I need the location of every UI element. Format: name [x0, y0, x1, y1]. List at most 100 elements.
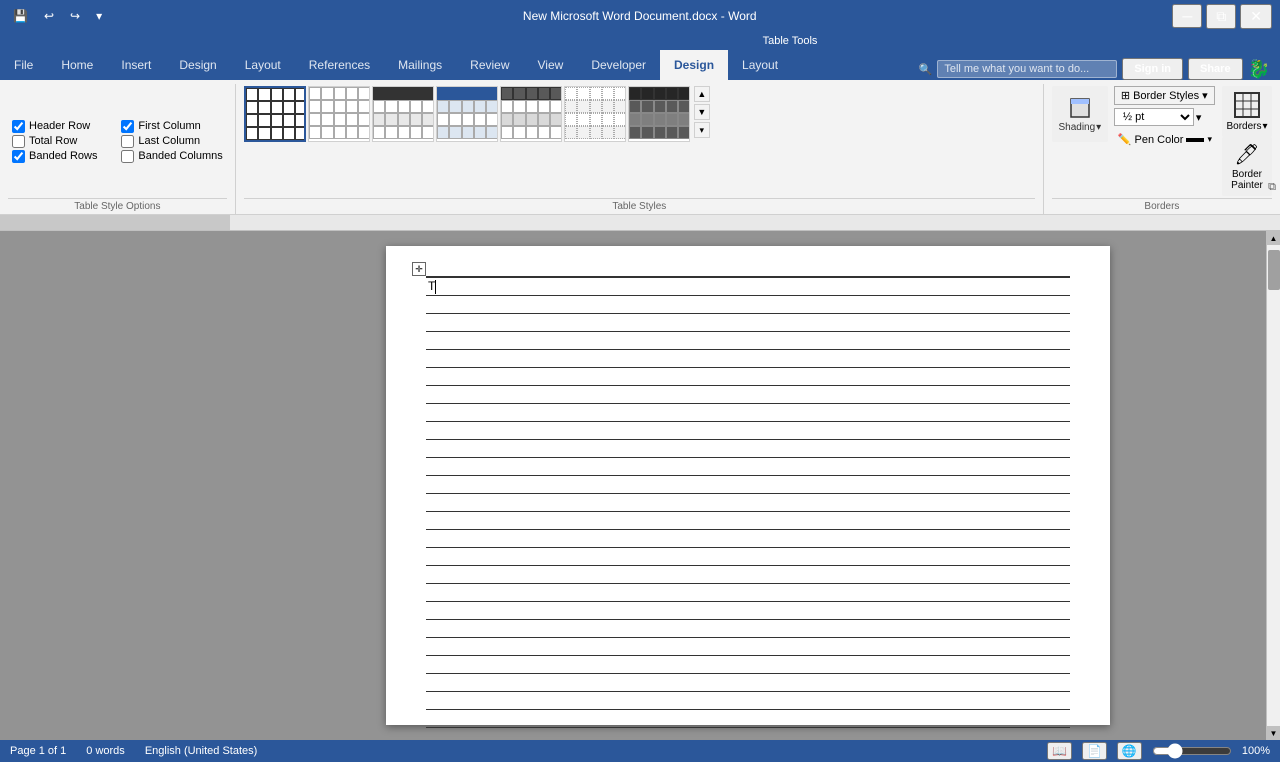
page-container[interactable]: ✛ T — [230, 231, 1266, 740]
banded-rows-checkbox[interactable]: Banded Rows — [12, 150, 113, 163]
total-row-checkbox[interactable]: Total Row — [12, 135, 113, 148]
restore-button[interactable]: ⧉ — [1206, 4, 1236, 29]
gallery-container: ▲ ▼ ▾ — [244, 86, 710, 196]
read-mode-button[interactable]: 📖 — [1047, 742, 1072, 760]
table-style-3[interactable] — [372, 86, 434, 142]
border-styles-button[interactable]: ⊞ Border Styles ▾ — [1114, 86, 1215, 105]
close-button[interactable]: ✕ — [1240, 4, 1272, 29]
sign-in-button[interactable]: Sign in — [1122, 58, 1183, 80]
table-row — [426, 421, 1070, 439]
table-style-4[interactable] — [436, 86, 498, 142]
total-row-input[interactable] — [12, 135, 25, 148]
table-row — [426, 691, 1070, 709]
first-column-input[interactable] — [121, 120, 134, 133]
title-bar-controls: ─ ⧉ ✕ — [1172, 4, 1272, 29]
tab-home[interactable]: Home — [47, 50, 107, 80]
tab-design-table[interactable]: Design — [660, 50, 728, 80]
scroll-up-button[interactable]: ▲ — [1267, 231, 1280, 245]
tab-design[interactable]: Design — [165, 50, 230, 80]
banded-columns-input[interactable] — [121, 150, 134, 163]
word-count: 0 words — [86, 745, 125, 757]
web-layout-button[interactable]: 🌐 — [1117, 742, 1142, 760]
borders-button[interactable]: Borders▾ — [1222, 86, 1272, 137]
table-styles-group: ▲ ▼ ▾ Table Styles — [236, 84, 1044, 214]
pen-weight-row: ½ pt ¼ pt ¾ pt 1 pt 1½ pt 2¼ pt 3 pt 4½ … — [1114, 108, 1216, 126]
tab-references[interactable]: References — [295, 50, 384, 80]
total-row-label: Total Row — [29, 135, 77, 147]
tab-layout-table[interactable]: Layout — [728, 50, 792, 80]
table-row — [426, 565, 1070, 583]
pen-weight-arrow[interactable]: ▾ — [1196, 111, 1202, 124]
user-avatar: 🐉 — [1248, 59, 1270, 80]
header-row-checkbox[interactable]: Header Row — [12, 120, 113, 133]
tab-mailings[interactable]: Mailings — [384, 50, 456, 80]
table-row — [426, 529, 1070, 547]
table-move-handle[interactable]: ✛ — [412, 262, 426, 276]
gallery-down-button[interactable]: ▼ — [694, 104, 710, 120]
table-row — [426, 709, 1070, 727]
first-column-label: First Column — [138, 120, 200, 132]
last-column-checkbox[interactable]: Last Column — [121, 135, 222, 148]
borders-expand-button[interactable]: ⧉ — [1268, 181, 1276, 194]
scroll-down-button[interactable]: ▼ — [1267, 726, 1280, 740]
shading-section: Shading▾ — [1052, 86, 1108, 142]
table-style-options-group: Header Row First Column Total Row Last C… — [0, 84, 236, 214]
banded-rows-input[interactable] — [12, 150, 25, 163]
pen-weight-select[interactable]: ½ pt ¼ pt ¾ pt 1 pt 1½ pt 2¼ pt 3 pt 4½ … — [1114, 108, 1194, 126]
print-layout-button[interactable]: 📄 — [1082, 742, 1107, 760]
gallery-up-button[interactable]: ▲ — [694, 86, 710, 102]
table-row — [426, 673, 1070, 691]
title-bar-left: 💾 ↩ ↪ ▾ — [8, 7, 107, 25]
table-style-6[interactable] — [564, 86, 626, 142]
tab-row: File Home Insert Design Layout Reference… — [0, 50, 1280, 80]
header-row-input[interactable] — [12, 120, 25, 133]
border-settings: ⊞ Border Styles ▾ ½ pt ¼ pt ¾ pt 1 pt 1½… — [1114, 86, 1216, 148]
table-style-2[interactable] — [308, 86, 370, 142]
last-column-label: Last Column — [138, 135, 200, 147]
search-input[interactable] — [937, 60, 1117, 78]
tab-review[interactable]: Review — [456, 50, 523, 80]
table-row: T — [426, 277, 1070, 295]
borders-group: Shading▾ ⊞ Border Styles ▾ — [1044, 84, 1280, 214]
zoom-slider[interactable] — [1152, 743, 1232, 759]
minimize-button[interactable]: ─ — [1172, 4, 1202, 28]
scrollbar-vertical[interactable]: ▲ ▼ — [1266, 231, 1280, 740]
share-button[interactable]: Share — [1188, 58, 1243, 80]
tab-view[interactable]: View — [524, 50, 578, 80]
pen-color-label: Pen Color — [1135, 134, 1184, 146]
language-indicator: English (United States) — [145, 745, 258, 757]
borders-label: Borders▾ — [1226, 121, 1267, 132]
pen-icon: ✏️ — [1118, 133, 1132, 146]
table-style-options: Header Row First Column Total Row Last C… — [8, 116, 227, 167]
gallery-more-button[interactable]: ▾ — [694, 122, 710, 138]
document-table: T — [426, 276, 1070, 740]
customize-qat-button[interactable]: ▾ — [91, 7, 107, 25]
last-column-input[interactable] — [121, 135, 134, 148]
borders-group-label: Borders — [1052, 198, 1272, 212]
table-tools-label: Table Tools — [763, 35, 818, 47]
table-style-1[interactable] — [244, 86, 306, 142]
tab-insert[interactable]: Insert — [107, 50, 165, 80]
shading-button[interactable]: Shading▾ — [1052, 86, 1108, 142]
save-quick-button[interactable]: 💾 — [8, 7, 33, 25]
table-row — [426, 655, 1070, 673]
first-column-checkbox[interactable]: First Column — [121, 120, 222, 133]
table-row — [426, 403, 1070, 421]
banded-columns-checkbox[interactable]: Banded Columns — [121, 150, 222, 163]
table-row — [426, 385, 1070, 403]
tab-developer[interactable]: Developer — [577, 50, 660, 80]
borders-icon — [1233, 91, 1261, 119]
redo-button[interactable]: ↪ — [65, 7, 85, 25]
undo-button[interactable]: ↩ — [39, 7, 59, 25]
table-style-7[interactable] — [628, 86, 690, 142]
border-styles-icon: ⊞ — [1121, 89, 1130, 102]
pen-color-arrow[interactable]: ▾ — [1207, 134, 1212, 145]
tab-file[interactable]: File — [0, 50, 47, 80]
table-row — [426, 457, 1070, 475]
border-painter-button[interactable]: 🖊 Border Painter — [1222, 137, 1272, 196]
border-painter-icon: 🖊 — [1234, 142, 1259, 167]
table-row — [426, 727, 1070, 740]
table-style-5[interactable] — [500, 86, 562, 142]
tab-layout[interactable]: Layout — [231, 50, 295, 80]
scroll-thumb[interactable] — [1268, 250, 1280, 290]
